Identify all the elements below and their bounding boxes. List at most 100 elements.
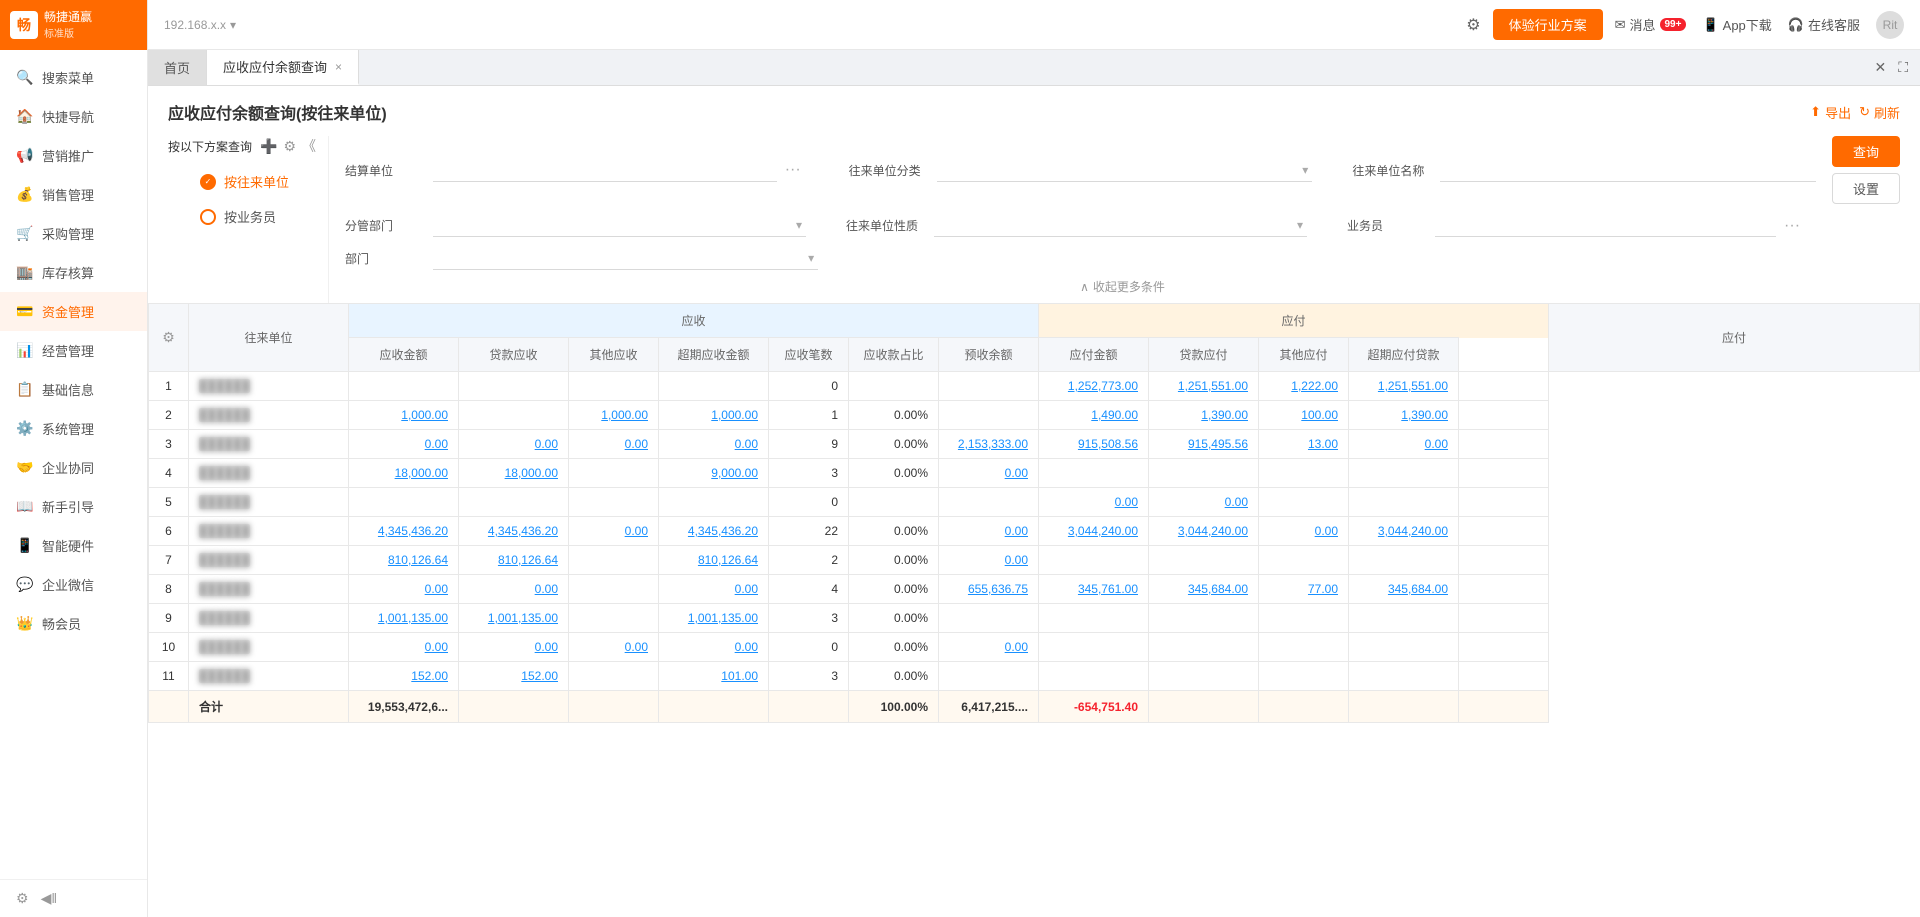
row-ap_cont xyxy=(1459,459,1549,488)
setting-button[interactable]: 设置 xyxy=(1832,173,1900,204)
row-ap_overdue: 1,390.00 xyxy=(1349,401,1459,430)
row-ap_loan xyxy=(1149,633,1259,662)
tab-expand-btn[interactable]: ⛶ xyxy=(1894,55,1912,80)
row-ap_amount xyxy=(1039,604,1149,633)
tab-close-icon[interactable]: × xyxy=(335,60,342,74)
filter-label: 按以下方案查询 ➕ ⚙ 《 xyxy=(168,136,316,156)
dept-select[interactable]: ▾ xyxy=(433,247,818,270)
table-settings-icon[interactable]: ⚙ xyxy=(162,329,175,345)
row-ar_loan: 4,345,436.20 xyxy=(459,517,569,546)
tab-home[interactable]: 首页 xyxy=(148,50,207,85)
salesman-more[interactable]: ··· xyxy=(1784,217,1800,235)
row-ap_amount: 345,761.00 xyxy=(1039,575,1149,604)
row-ar_ratio: 0.00% xyxy=(849,633,939,662)
message-btn[interactable]: ✉ 消息 99+ xyxy=(1615,15,1687,34)
promo-button[interactable]: 体验行业方案 xyxy=(1493,9,1603,40)
row-partner: ██████ xyxy=(189,546,349,575)
row-ar_other xyxy=(569,662,659,691)
sub-item-by-salesman[interactable]: 按业务员 xyxy=(184,199,316,234)
sidebar-item-system[interactable]: ⚙️ 系统管理 xyxy=(0,409,147,448)
row-ar_other: 1,000.00 xyxy=(569,401,659,430)
add-scheme-btn[interactable]: ➕ xyxy=(260,138,277,155)
filter-field-settlement: 结算单位 ··· xyxy=(345,159,809,182)
total-ar-other xyxy=(569,691,659,723)
row-ar_loan: 0.00 xyxy=(459,430,569,459)
row-ap_amount: 3,044,240.00 xyxy=(1039,517,1149,546)
sidebar-item-enterprise[interactable]: 🤝 企业协同 xyxy=(0,448,147,487)
tab-ar-ap[interactable]: 应收应付余额查询 × xyxy=(207,50,359,85)
row-ap_cont xyxy=(1459,488,1549,517)
row-ar_prepaid: 0.00 xyxy=(939,517,1039,546)
tab-close-all-btn[interactable]: ✕ xyxy=(1870,55,1890,80)
settlement-unit-more[interactable]: ··· xyxy=(785,161,801,179)
refresh-btn[interactable]: ↻ 刷新 xyxy=(1859,103,1900,122)
row-ap_overdue xyxy=(1349,633,1459,662)
back-btn[interactable]: 《 xyxy=(302,136,316,156)
ap-loan-header: 贷款应付 xyxy=(1149,338,1259,372)
row-partner: ██████ xyxy=(189,459,349,488)
sidebar-item-quick-nav[interactable]: 🏠 快捷导航 xyxy=(0,97,147,136)
row-ar_other xyxy=(569,604,659,633)
total-ap-other xyxy=(1259,691,1349,723)
page-header-btns: ⬆ 导出 ↻ 刷新 xyxy=(1810,103,1900,122)
sidebar-item-vip[interactable]: 👑 畅会员 xyxy=(0,604,147,643)
row-ar_other xyxy=(569,575,659,604)
sidebar-item-guide[interactable]: 📖 新手引导 xyxy=(0,487,147,526)
sidebar-item-purchase[interactable]: 🛒 采购管理 xyxy=(0,214,147,253)
row-ar_loan: 810,126.64 xyxy=(459,546,569,575)
settlement-unit-input[interactable] xyxy=(433,159,777,182)
sidebar-item-finance[interactable]: 💳 资金管理 xyxy=(0,292,147,331)
row-ap_amount: 915,508.56 xyxy=(1039,430,1149,459)
row-ar_amount: 1,001,135.00 xyxy=(349,604,459,633)
filter-collapse-btn[interactable]: ∧ 收起更多条件 xyxy=(345,274,1900,303)
settlement-unit-label: 结算单位 xyxy=(345,162,425,179)
unit-category-select[interactable]: ▾ xyxy=(937,159,1313,182)
table-row: 10██████0.000.000.000.0000.00%0.00 xyxy=(149,633,1920,662)
row-ar_count: 2 xyxy=(769,546,849,575)
sidebar-item-search-menu[interactable]: 🔍 搜索菜单 xyxy=(0,58,147,97)
row-num: 9 xyxy=(149,604,189,633)
ap-overdue-header: 超期应付贷款 xyxy=(1349,338,1459,372)
sidebar-settings-btn[interactable]: ⚙ xyxy=(16,890,29,907)
row-ap_loan xyxy=(1149,662,1259,691)
breadcrumb-dropdown-icon[interactable]: ▾ xyxy=(230,18,236,32)
sidebar-item-inventory[interactable]: 🏬 库存核算 xyxy=(0,253,147,292)
message-label: 消息 xyxy=(1629,15,1655,34)
table-row: 1██████01,252,773.001,251,551.001,222.00… xyxy=(149,372,1920,401)
export-btn[interactable]: ⬆ 导出 xyxy=(1810,103,1851,122)
guide-icon: 📖 xyxy=(16,498,34,515)
edit-scheme-btn[interactable]: ⚙ xyxy=(283,138,296,155)
unit-nature-select[interactable]: ▾ xyxy=(934,214,1307,237)
query-button[interactable]: 查询 xyxy=(1832,136,1900,167)
unit-name-input[interactable] xyxy=(1440,159,1816,182)
row-ar_ratio: 0.00% xyxy=(849,662,939,691)
row-ap_overdue xyxy=(1349,459,1459,488)
sidebar-nav: 🔍 搜索菜单 🏠 快捷导航 📢 营销推广 💰 销售管理 🛒 采购管理 🏬 xyxy=(0,50,147,879)
sidebar-item-basic[interactable]: 📋 基础信息 xyxy=(0,370,147,409)
sidebar-item-hardware[interactable]: 📱 智能硬件 xyxy=(0,526,147,565)
sub-item-by-unit[interactable]: ✓ 按往来单位 xyxy=(184,164,316,199)
unit-nature-dropdown-icon: ▾ xyxy=(1297,218,1303,232)
service-icon: 🎧 xyxy=(1788,17,1804,33)
online-service-btn[interactable]: 🎧 在线客服 xyxy=(1788,15,1860,34)
header-settings-icon[interactable]: ⚙ xyxy=(1466,15,1480,35)
sidebar-item-wechat[interactable]: 💬 企业微信 xyxy=(0,565,147,604)
row-ap_other xyxy=(1259,633,1349,662)
data-table-wrapper: ⚙ 往来单位 应收 应付 应付 应收金额 xyxy=(148,303,1920,917)
sidebar-item-label: 采购管理 xyxy=(42,224,94,243)
row-ap_loan: 1,390.00 xyxy=(1149,401,1259,430)
row-ap_overdue xyxy=(1349,604,1459,633)
row-ar_other xyxy=(569,488,659,517)
app-download-btn[interactable]: 📱 App下载 xyxy=(1702,15,1771,34)
sidebar-item-marketing[interactable]: 📢 营销推广 xyxy=(0,136,147,175)
message-icon: ✉ xyxy=(1615,17,1626,33)
sidebar-item-sales[interactable]: 💰 销售管理 xyxy=(0,175,147,214)
sidebar-item-label: 畅会员 xyxy=(42,614,81,633)
user-avatar-btn[interactable]: Rit xyxy=(1876,11,1904,39)
dept-manager-select[interactable]: ▾ xyxy=(433,214,806,237)
sidebar-collapse-btn[interactable]: ◀‖ xyxy=(41,890,58,907)
salesman-input[interactable] xyxy=(1435,214,1776,237)
sidebar-item-operations[interactable]: 📊 经营管理 xyxy=(0,331,147,370)
row-ar_count: 1 xyxy=(769,401,849,430)
row-ar_prepaid xyxy=(939,662,1039,691)
